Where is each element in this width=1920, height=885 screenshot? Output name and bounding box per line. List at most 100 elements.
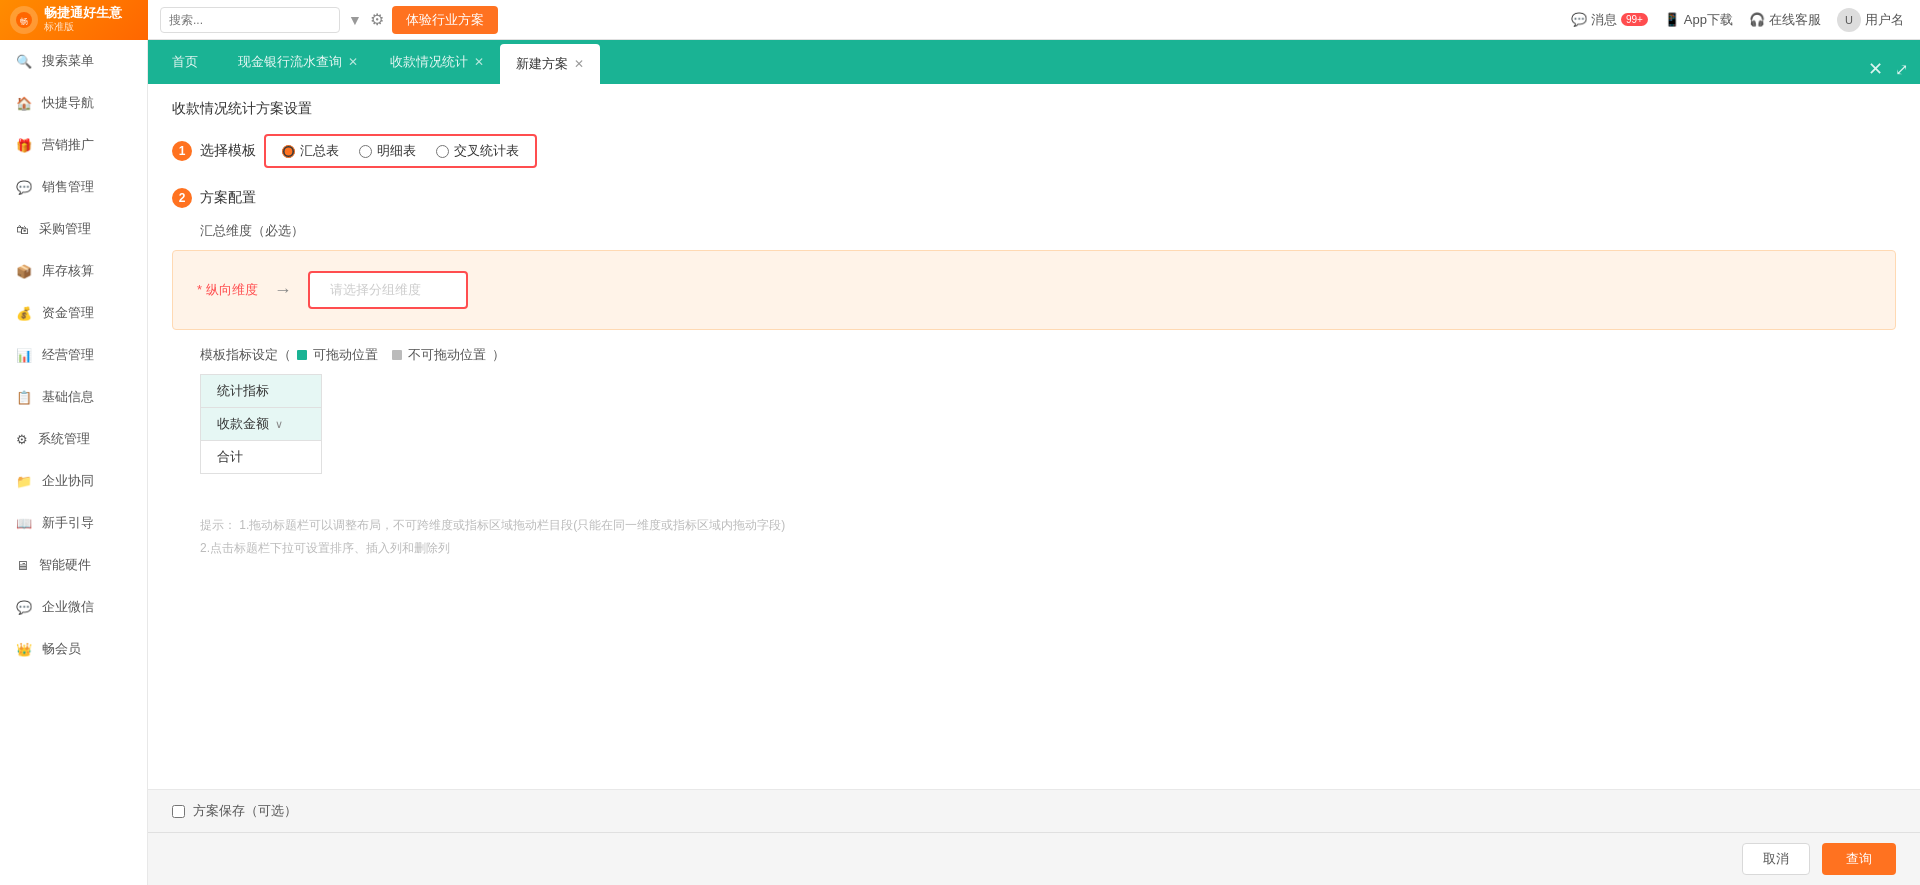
sidebar-label: 资金管理 [42, 304, 94, 322]
col1-label: 收款金额 [217, 415, 269, 433]
sidebar-item-sales[interactable]: 💬 销售管理 [0, 166, 147, 208]
sidebar-item-member[interactable]: 👑 畅会员 [0, 628, 147, 670]
tab-maximize-icon[interactable]: ⤢ [1895, 60, 1908, 79]
sidebar-label: 采购管理 [39, 220, 91, 238]
user-name: 用户名 [1865, 11, 1904, 29]
metrics-section-label-close: ） [492, 346, 505, 364]
settings-icon: ⚙ [16, 432, 28, 447]
sidebar-label: 企业微信 [42, 598, 94, 616]
tab-home[interactable]: 首页 [148, 40, 222, 84]
dimension-selector[interactable]: 请选择分组维度 [308, 271, 468, 309]
sidebar-item-basic-info[interactable]: 📋 基础信息 [0, 376, 147, 418]
sidebar-item-marketing[interactable]: 🎁 营销推广 [0, 124, 147, 166]
sidebar-label: 系统管理 [38, 430, 90, 448]
metrics-row-2: 合计 [201, 441, 321, 473]
tab-collection-stats[interactable]: 收款情况统计 ✕ [374, 40, 500, 84]
dropdown-arrow-icon[interactable]: ▼ [348, 12, 362, 28]
sidebar-item-inventory[interactable]: 📦 库存核算 [0, 250, 147, 292]
tab-bank-flow-label: 现金银行流水查询 [238, 53, 342, 71]
chart-icon: 📊 [16, 348, 32, 363]
arrow-icon: → [274, 280, 292, 301]
industry-btn[interactable]: 体验行业方案 [392, 6, 498, 34]
tab-bank-flow-close[interactable]: ✕ [348, 55, 358, 69]
dimension-label: 汇总维度（必选） [200, 222, 1896, 240]
home-icon: 🏠 [16, 96, 32, 111]
monitor-icon: 🖥 [16, 558, 29, 573]
radio-detail[interactable]: 明细表 [359, 142, 416, 160]
sidebar-item-hardware[interactable]: 🖥 智能硬件 [0, 544, 147, 586]
col1-dropdown-icon: ∨ [275, 418, 283, 431]
user-icon: U [1837, 8, 1861, 32]
download-icon: 📱 [1664, 12, 1680, 27]
tab-bank-flow[interactable]: 现金银行流水查询 ✕ [222, 40, 374, 84]
sidebar-item-search-menu[interactable]: 🔍 搜索菜单 [0, 40, 147, 82]
non-draggable-text: 不可拖动位置 [408, 346, 486, 364]
user-avatar[interactable]: U 用户名 [1837, 8, 1904, 32]
sidebar-item-cooperation[interactable]: 📁 企业协同 [0, 460, 147, 502]
save-plan-checkbox[interactable] [172, 805, 185, 818]
crown-icon: 👑 [16, 642, 32, 657]
sidebar-label: 新手引导 [42, 514, 94, 532]
sidebar-label: 营销推广 [42, 136, 94, 154]
metrics-row-1[interactable]: 收款金额 ∨ [201, 408, 321, 441]
sidebar-item-purchase[interactable]: 🛍 采购管理 [0, 208, 147, 250]
sidebar-label: 快捷导航 [42, 94, 94, 112]
tab-close-window-icon[interactable]: ✕ [1868, 58, 1883, 80]
service-btn[interactable]: 🎧 在线客服 [1749, 11, 1821, 29]
tip-line-2: 2.点击标题栏下拉可设置排序、插入列和删除列 [200, 537, 1896, 560]
draggable-text: 可拖动位置 [313, 346, 378, 364]
svg-text:畅: 畅 [20, 17, 28, 26]
tab-collection-stats-label: 收款情况统计 [390, 53, 468, 71]
step2-number: 2 [172, 188, 192, 208]
sidebar-item-guide[interactable]: 📖 新手引导 [0, 502, 147, 544]
chat-icon: 💬 [16, 180, 32, 195]
step2-section: 2 方案配置 汇总维度（必选） * 纵向维度 → [172, 188, 1896, 560]
download-btn[interactable]: 📱 App下载 [1664, 11, 1733, 29]
tab-home-label: 首页 [172, 53, 198, 71]
message-badge: 99+ [1621, 13, 1648, 26]
metrics-table-header[interactable]: 统计指标 [201, 375, 321, 408]
search-menu-icon: 🔍 [16, 54, 32, 69]
sidebar-item-system[interactable]: ⚙ 系统管理 [0, 418, 147, 460]
logo-text: 畅捷通好生意 [44, 5, 122, 21]
tab-collection-stats-close[interactable]: ✕ [474, 55, 484, 69]
clipboard-icon: 📋 [16, 390, 32, 405]
sidebar-label: 智能硬件 [39, 556, 91, 574]
sidebar-label: 销售管理 [42, 178, 94, 196]
service-label: 在线客服 [1769, 11, 1821, 29]
radio-cross[interactable]: 交叉统计表 [436, 142, 519, 160]
radio-cross-label: 交叉统计表 [454, 142, 519, 160]
sidebar-item-quick-nav[interactable]: 🏠 快捷导航 [0, 82, 147, 124]
page-title: 收款情况统计方案设置 [172, 100, 1896, 118]
topbar-search-input[interactable] [160, 7, 340, 33]
radio-summary[interactable]: 汇总表 [282, 142, 339, 160]
save-plan-label: 方案保存（可选） [193, 802, 297, 820]
tabbar: 首页 现金银行流水查询 ✕ 收款情况统计 ✕ 新建方案 ✕ ✕ ⤢ [148, 40, 1920, 84]
tab-new-plan-close[interactable]: ✕ [574, 57, 584, 71]
sidebar-label: 搜索菜单 [42, 52, 94, 70]
metrics-header-label: 统计指标 [217, 382, 269, 400]
message-btn[interactable]: 💬 消息 99+ [1571, 11, 1648, 29]
book-icon: 📖 [16, 516, 32, 531]
tab-new-plan-label: 新建方案 [516, 55, 568, 73]
radio-summary-label: 汇总表 [300, 142, 339, 160]
tab-new-plan[interactable]: 新建方案 ✕ [500, 44, 600, 84]
bag-icon: 🛍 [16, 222, 29, 237]
step1-section: 1 选择模板 汇总表 明细表 [172, 134, 1896, 168]
gear-icon[interactable]: ⚙ [370, 10, 384, 29]
step2-label: 方案配置 [200, 189, 256, 207]
edition-text: 标准版 [44, 20, 122, 34]
query-button[interactable]: 查询 [1822, 843, 1896, 875]
cancel-button[interactable]: 取消 [1742, 843, 1810, 875]
sidebar-label: 畅会员 [42, 640, 81, 658]
box-icon: 📦 [16, 264, 32, 279]
message-icon: 💬 [1571, 12, 1587, 27]
col2-label: 合计 [217, 449, 243, 464]
bottom-buttons: 取消 查询 [148, 832, 1920, 885]
radio-detail-label: 明细表 [377, 142, 416, 160]
sidebar-item-finance[interactable]: 💰 资金管理 [0, 292, 147, 334]
sidebar-item-wechat[interactable]: 💬 企业微信 [0, 586, 147, 628]
tips-section: 提示： 1.拖动标题栏可以调整布局，不可跨维度或指标区域拖动栏目段(只能在同一维… [200, 514, 1896, 560]
sidebar-item-operation[interactable]: 📊 经营管理 [0, 334, 147, 376]
dimension-area: * 纵向维度 → 请选择分组维度 [172, 250, 1896, 330]
